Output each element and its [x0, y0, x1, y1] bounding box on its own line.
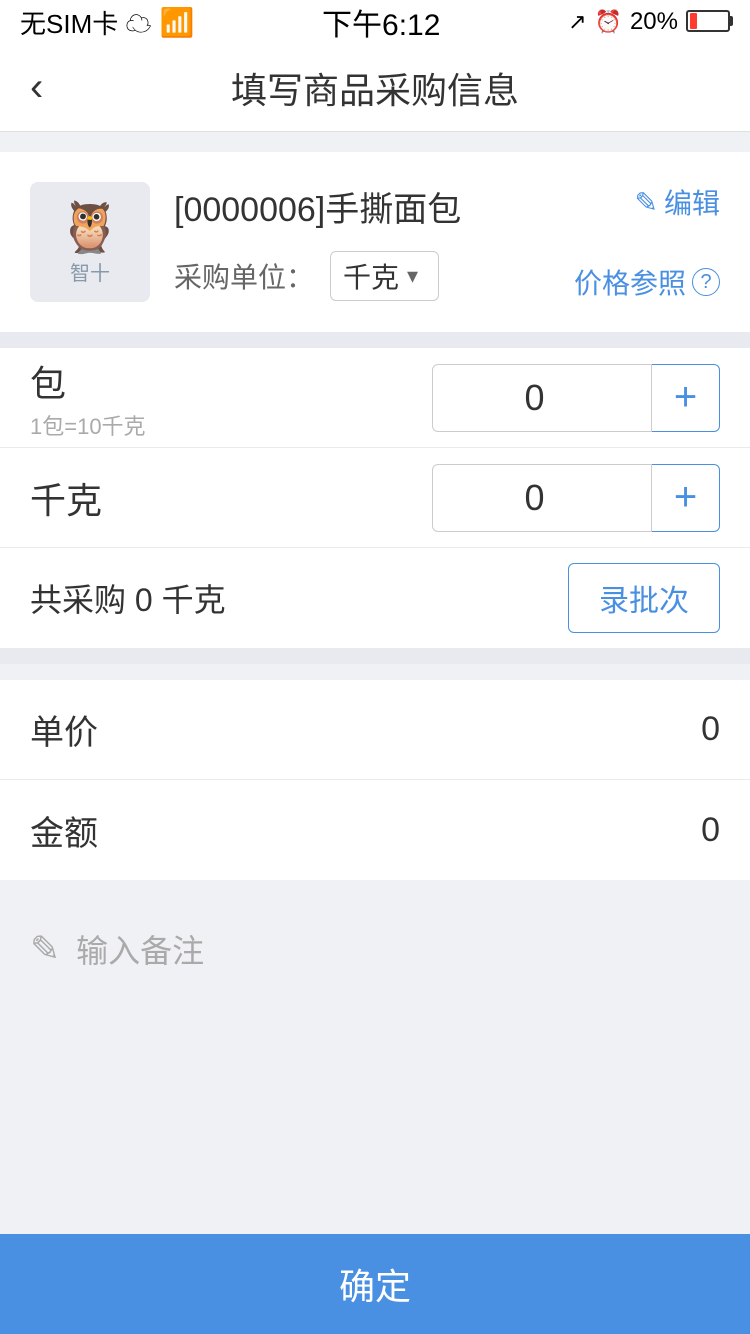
- pencil-icon: ✎: [30, 928, 60, 970]
- status-bar: 无SIM卡 ☁ 📶 下午6:12 ↗ ⏰ 20%: [0, 0, 750, 44]
- sim-label: 无SIM卡 ☁: [20, 4, 151, 41]
- amount-value: 0: [701, 811, 720, 850]
- bao-label-group: 包 1包=10千克: [30, 355, 190, 441]
- total-row: 共采购 0 千克 录批次: [0, 548, 750, 648]
- status-time: 下午6:12: [322, 0, 440, 44]
- battery-percent: 20%: [630, 8, 678, 36]
- page-title: 填写商品采购信息: [231, 62, 519, 114]
- status-left: 无SIM卡 ☁ 📶: [20, 4, 194, 41]
- product-image: 🦉 智十: [30, 182, 150, 302]
- product-card: 🦉 智十 [0000006]手撕面包 采购单位： 千克 ▾ ✎ 编辑 价格参照 …: [0, 152, 750, 332]
- kg-label: 千克: [30, 472, 190, 524]
- bao-input[interactable]: [432, 364, 652, 432]
- section-divider-1: [0, 332, 750, 348]
- unit-price-value: 0: [701, 710, 720, 749]
- remark-section[interactable]: ✎ 输入备注: [0, 896, 750, 1002]
- unit-price-label: 单价: [30, 705, 98, 754]
- back-button[interactable]: ‹: [30, 65, 43, 110]
- kg-plus-button[interactable]: +: [652, 464, 720, 532]
- unit-label: 采购单位：: [174, 256, 314, 296]
- nav-bar: ‹ 填写商品采购信息: [0, 44, 750, 132]
- content-spacer: [0, 1002, 750, 1202]
- detail-section: 单价 0 金额 0: [0, 680, 750, 880]
- bao-plus-button[interactable]: +: [652, 364, 720, 432]
- kg-label-group: 千克: [30, 472, 190, 524]
- confirm-button[interactable]: 确定: [0, 1234, 750, 1334]
- product-image-sublabel: 智十: [70, 257, 110, 286]
- kg-input-right: +: [190, 464, 720, 532]
- price-ref-button[interactable]: 价格参照 ?: [574, 262, 720, 302]
- amount-row: 金额 0: [0, 780, 750, 880]
- unit-price-row: 单价 0: [0, 680, 750, 780]
- amount-label: 金额: [30, 806, 98, 855]
- bao-sublabel: 1包=10千克: [30, 409, 190, 441]
- alarm-icon: ⏰: [595, 9, 622, 35]
- confirm-label: 确定: [339, 1258, 411, 1310]
- status-right: ↗ ⏰ 20%: [568, 8, 730, 36]
- battery-icon: [686, 8, 730, 36]
- edit-label: 编辑: [664, 182, 720, 222]
- help-icon: ?: [692, 268, 720, 296]
- bao-input-right: +: [190, 364, 720, 432]
- unit-select[interactable]: 千克 ▾: [330, 251, 439, 301]
- chevron-down-icon: ▾: [407, 263, 418, 289]
- unit-select-value: 千克: [343, 256, 399, 296]
- total-text: 共采购 0 千克: [30, 575, 226, 621]
- section-divider-2: [0, 648, 750, 664]
- bao-input-row: 包 1包=10千克 +: [0, 348, 750, 448]
- product-owl-icon: 🦉: [59, 198, 121, 257]
- price-ref-label: 价格参照: [574, 262, 686, 302]
- batch-button[interactable]: 录批次: [568, 563, 720, 633]
- kg-input-row: 千克 +: [0, 448, 750, 548]
- bao-label: 包: [30, 355, 190, 407]
- edit-icon: ✎: [635, 186, 658, 219]
- edit-button[interactable]: ✎ 编辑: [635, 182, 720, 222]
- location-icon: ↗: [568, 9, 586, 35]
- wifi-icon: 📶: [159, 6, 194, 39]
- kg-input[interactable]: [432, 464, 652, 532]
- remark-placeholder: 输入备注: [76, 926, 204, 972]
- input-section: 包 1包=10千克 + 千克 +: [0, 348, 750, 548]
